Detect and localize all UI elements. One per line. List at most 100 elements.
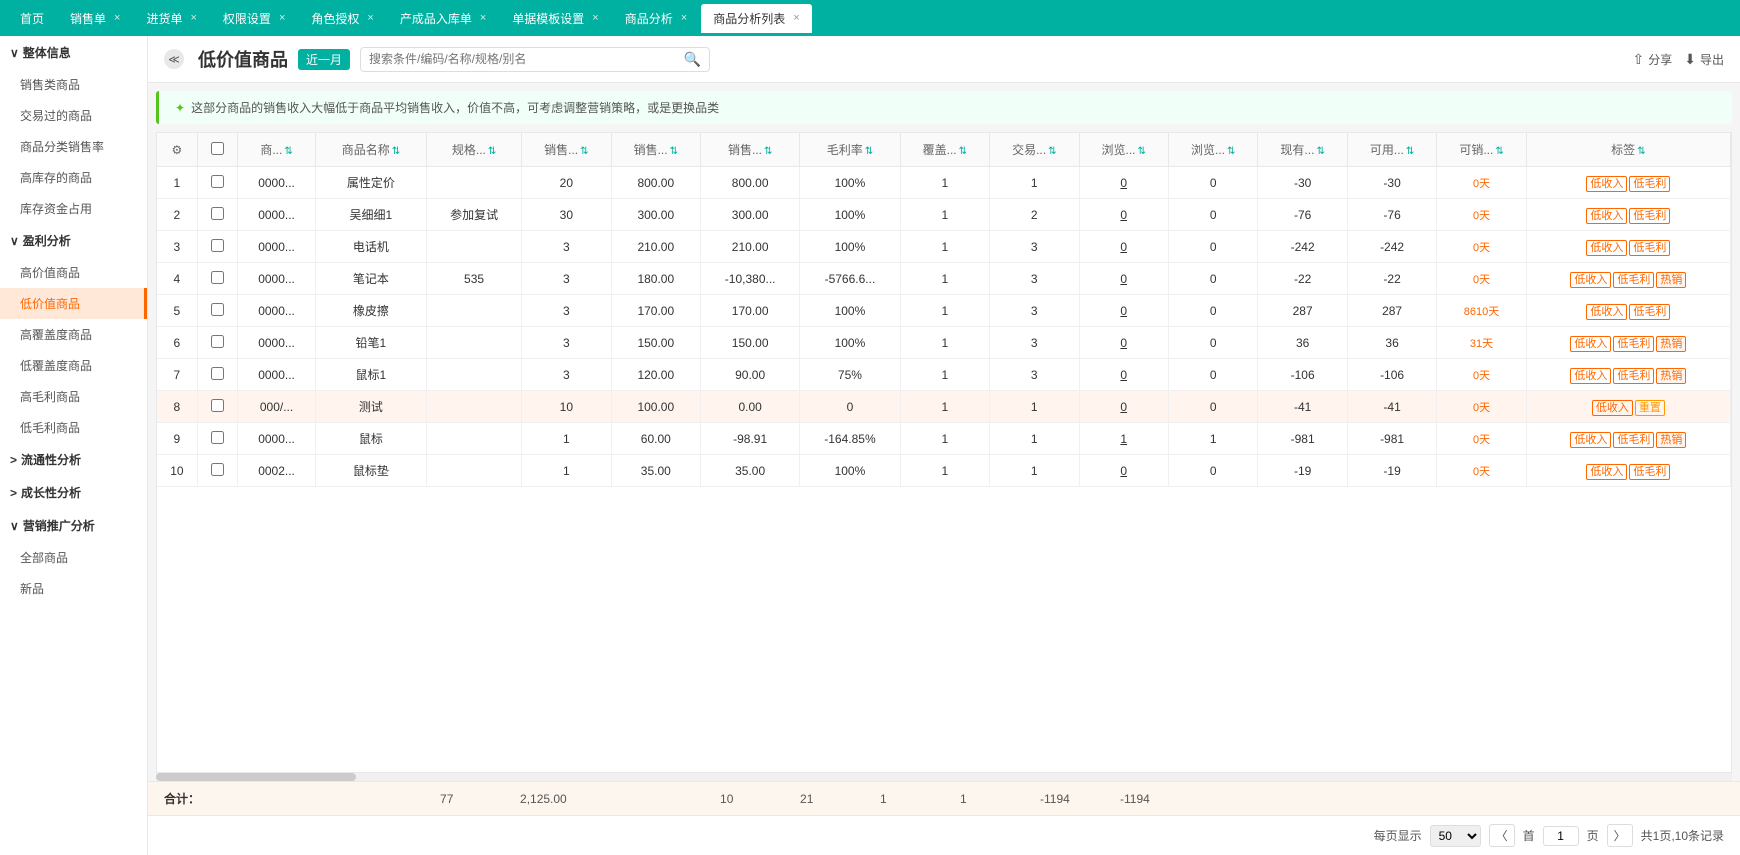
row-browse1[interactable]: 0	[1079, 359, 1168, 391]
share-button[interactable]: ⇧ 分享	[1633, 51, 1673, 68]
row-checkbox[interactable]	[211, 367, 224, 380]
sidebar-group-profit[interactable]: ∨ 盈利分析	[0, 224, 147, 257]
table-row[interactable]: 1 0000... 属性定价 20 800.00 800.00 100% 1 1…	[157, 167, 1731, 199]
close-roles-icon[interactable]: ×	[367, 12, 373, 24]
col-trade-header[interactable]: 交易...⇅	[990, 133, 1079, 167]
nav-purchase[interactable]: 进货单 ×	[134, 4, 208, 33]
row-check[interactable]	[197, 423, 238, 455]
sidebar-item-low-coverage[interactable]: 低覆盖度商品	[0, 350, 147, 381]
col-browse1-header[interactable]: 浏览...⇅	[1079, 133, 1168, 167]
close-permissions-icon[interactable]: ×	[279, 12, 285, 24]
close-purchase-icon[interactable]: ×	[190, 12, 196, 24]
table-row[interactable]: 4 0000... 笔记本 535 3 180.00 -10,380... -5…	[157, 263, 1731, 295]
row-check[interactable]	[197, 455, 238, 487]
close-list-icon[interactable]: ×	[793, 12, 799, 24]
row-browse1[interactable]: 0	[1079, 327, 1168, 359]
table-row[interactable]: 6 0000... 铅笔1 3 150.00 150.00 100% 1 3 0…	[157, 327, 1731, 359]
nav-home[interactable]: 首页	[8, 4, 56, 33]
row-checkbox[interactable]	[211, 431, 224, 444]
row-check[interactable]	[197, 327, 238, 359]
export-button[interactable]: ⬇ 导出	[1684, 51, 1724, 68]
sidebar-collapse-btn[interactable]: ≪	[164, 49, 184, 69]
row-check[interactable]	[197, 391, 238, 423]
search-icon[interactable]: 🔍	[684, 51, 701, 68]
select-all-checkbox[interactable]	[211, 142, 224, 155]
table-row[interactable]: 8 000/... 测试 10 100.00 0.00 0 1 1 0 0 -4…	[157, 391, 1731, 423]
first-page-btn[interactable]: 〈	[1489, 824, 1515, 847]
sidebar-item-high-stock[interactable]: 高库存的商品	[0, 162, 147, 193]
nav-product-analysis-list[interactable]: 商品分析列表 ×	[701, 4, 811, 33]
col-coverage-header[interactable]: 覆盖...⇅	[900, 133, 989, 167]
sidebar-item-all-products[interactable]: 全部商品	[0, 542, 147, 573]
col-check-header[interactable]	[197, 133, 238, 167]
row-checkbox[interactable]	[211, 175, 224, 188]
col-name-header[interactable]: 商品名称⇅	[315, 133, 426, 167]
row-browse1[interactable]: 0	[1079, 295, 1168, 327]
col-settings[interactable]: ⚙	[157, 133, 197, 167]
col-sale1-header[interactable]: 销售...⇅	[522, 133, 611, 167]
row-browse1[interactable]: 1	[1079, 423, 1168, 455]
nav-template[interactable]: 单据模板设置 ×	[500, 4, 610, 33]
row-browse1[interactable]: 0	[1079, 231, 1168, 263]
sidebar-group-overview[interactable]: ∨ 整体信息	[0, 36, 147, 69]
row-check[interactable]	[197, 231, 238, 263]
sidebar-group-growth[interactable]: > 成长性分析	[0, 476, 147, 509]
row-browse1[interactable]: 0	[1079, 199, 1168, 231]
sidebar-item-high-value[interactable]: 高价值商品	[0, 257, 147, 288]
table-row[interactable]: 3 0000... 电话机 3 210.00 210.00 100% 1 3 0…	[157, 231, 1731, 263]
nav-sales[interactable]: 销售单 ×	[58, 4, 132, 33]
nav-permissions[interactable]: 权限设置 ×	[211, 4, 297, 33]
row-browse1[interactable]: 0	[1079, 455, 1168, 487]
row-checkbox[interactable]	[211, 303, 224, 316]
sidebar-item-high-margin[interactable]: 高毛利商品	[0, 381, 147, 412]
table-row[interactable]: 7 0000... 鼠标1 3 120.00 90.00 75% 1 3 0 0…	[157, 359, 1731, 391]
row-check[interactable]	[197, 263, 238, 295]
horizontal-scrollbar[interactable]	[156, 773, 1732, 781]
next-page-btn[interactable]: 〉	[1607, 824, 1633, 847]
col-margin-header[interactable]: 毛利率⇅	[800, 133, 900, 167]
sidebar-item-new-products[interactable]: 新品	[0, 573, 147, 604]
close-sales-icon[interactable]: ×	[114, 12, 120, 24]
col-stock-header[interactable]: 现有...⇅	[1258, 133, 1347, 167]
table-row[interactable]: 2 0000... 吴细细1 参加复试 30 300.00 300.00 100…	[157, 199, 1731, 231]
table-row[interactable]: 10 0002... 鼠标垫 1 35.00 35.00 100% 1 1 0 …	[157, 455, 1731, 487]
row-browse1[interactable]: 0	[1079, 391, 1168, 423]
row-checkbox[interactable]	[211, 335, 224, 348]
sidebar-item-high-coverage[interactable]: 高覆盖度商品	[0, 319, 147, 350]
sidebar-item-stock-capital[interactable]: 库存资金占用	[0, 193, 147, 224]
page-number-input[interactable]	[1543, 826, 1579, 846]
nav-roles[interactable]: 角色授权 ×	[299, 4, 385, 33]
close-template-icon[interactable]: ×	[592, 12, 598, 24]
row-checkbox[interactable]	[211, 207, 224, 220]
row-check[interactable]	[197, 199, 238, 231]
sidebar-group-marketing[interactable]: ∨ 营销推广分析	[0, 509, 147, 542]
row-checkbox[interactable]	[211, 463, 224, 476]
time-range-tag[interactable]: 近一月	[298, 49, 350, 70]
col-tags-header[interactable]: 标签⇅	[1526, 133, 1730, 167]
nav-finished-goods[interactable]: 产成品入库单 ×	[388, 4, 498, 33]
sidebar-item-sales-products[interactable]: 销售类商品	[0, 69, 147, 100]
scrollbar-thumb[interactable]	[156, 773, 356, 781]
col-sale2-header[interactable]: 销售...⇅	[611, 133, 700, 167]
row-checkbox[interactable]	[211, 399, 224, 412]
table-row[interactable]: 5 0000... 橡皮擦 3 170.00 170.00 100% 1 3 0…	[157, 295, 1731, 327]
row-checkbox[interactable]	[211, 271, 224, 284]
sidebar-item-low-margin[interactable]: 低毛利商品	[0, 412, 147, 443]
col-code-header[interactable]: 商...⇅	[238, 133, 315, 167]
row-check[interactable]	[197, 167, 238, 199]
col-browse2-header[interactable]: 浏览...⇅	[1168, 133, 1257, 167]
row-check[interactable]	[197, 295, 238, 327]
row-check[interactable]	[197, 359, 238, 391]
sidebar-item-category-sales-rate[interactable]: 商品分类销售率	[0, 131, 147, 162]
sidebar-item-low-value[interactable]: 低价值商品	[0, 288, 147, 319]
per-page-select[interactable]: 50 100 200	[1430, 825, 1481, 847]
row-checkbox[interactable]	[211, 239, 224, 252]
row-browse1[interactable]: 0	[1079, 263, 1168, 295]
nav-product-analysis[interactable]: 商品分析 ×	[613, 4, 699, 33]
close-finished-icon[interactable]: ×	[480, 12, 486, 24]
col-sellable-header[interactable]: 可销...⇅	[1437, 133, 1526, 167]
row-browse1[interactable]: 0	[1079, 167, 1168, 199]
col-sale3-header[interactable]: 销售...⇅	[701, 133, 800, 167]
sidebar-item-traded-products[interactable]: 交易过的商品	[0, 100, 147, 131]
col-avail-header[interactable]: 可用...⇅	[1347, 133, 1436, 167]
